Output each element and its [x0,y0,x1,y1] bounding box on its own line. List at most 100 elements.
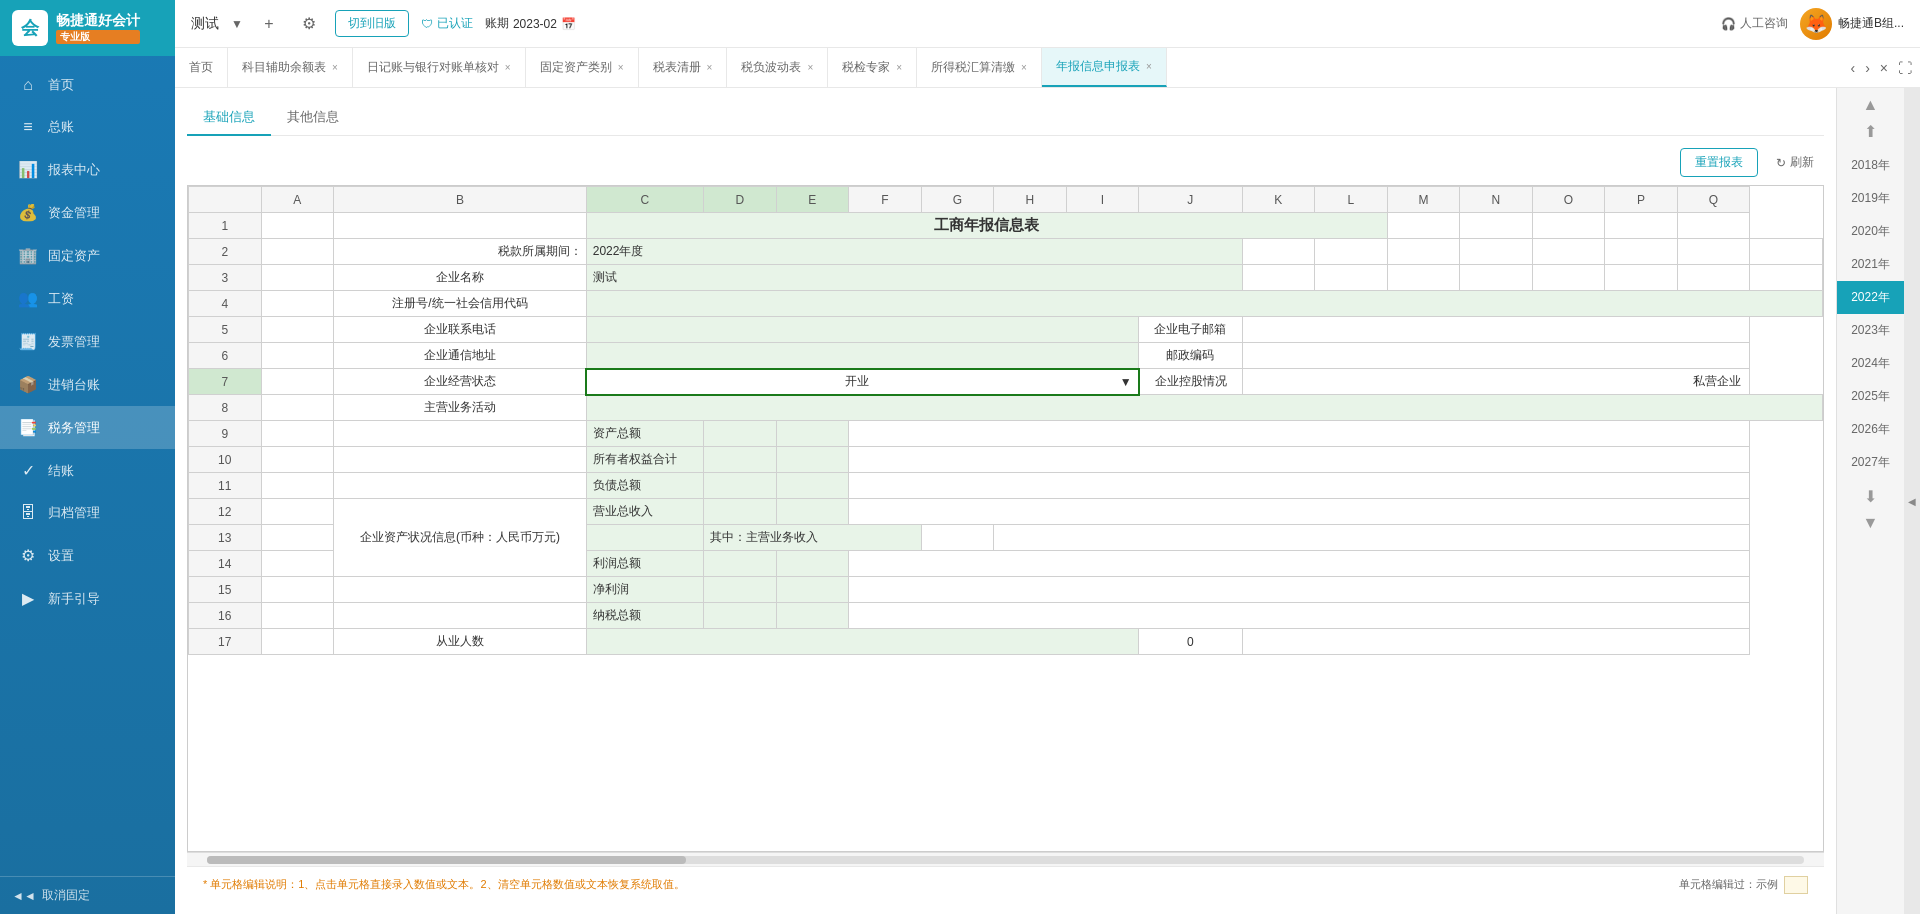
cell-9-c[interactable]: 资产总额 [586,421,703,447]
cell-1-o[interactable] [1532,213,1605,239]
year-nav-fast-up[interactable]: ⬆ [1837,118,1904,145]
sidebar-item-tax[interactable]: 📑 税务管理 [0,406,175,449]
cell-7-dropdown[interactable]: 开业 ▼ [586,369,1138,395]
year-item[interactable]: 2022年 [1837,281,1904,314]
cell-6-c[interactable] [586,343,1138,369]
cell-11-c[interactable]: 负债总额 [586,473,703,499]
cell-6-a[interactable] [261,343,334,369]
cell-4-a[interactable] [261,291,334,317]
fold-sidebar-button[interactable]: ◀ [1904,88,1920,914]
cell-1-n[interactable] [1460,213,1533,239]
cell-7-j[interactable]: 企业控股情况 [1139,369,1242,395]
cell-3-j[interactable] [1242,265,1315,291]
cell-13-h[interactable] [994,525,1750,551]
cell-2-k[interactable] [1315,239,1388,265]
cell-12-f[interactable] [849,499,1750,525]
tab-close-icon[interactable]: × [505,62,511,73]
year-item[interactable]: 2027年 [1837,446,1904,479]
cell-7-a[interactable] [261,369,334,395]
sidebar-item-settings[interactable]: ⚙ 设置 [0,534,175,577]
cell-7-b[interactable]: 企业经营状态 [334,369,587,395]
cell-4-c[interactable] [586,291,1822,317]
cell-2-c[interactable]: 2022年度 [586,239,1242,265]
sidebar-pin-btn[interactable]: ◄◄ 取消固定 [0,876,175,914]
cell-5-j[interactable]: 企业电子邮箱 [1139,317,1242,343]
cell-13-g[interactable] [921,525,994,551]
service-button[interactable]: 🎧 人工咨询 [1721,15,1788,32]
cell-9-a[interactable] [261,421,334,447]
spreadsheet-wrapper[interactable]: A B C D E F G H I J K L M [187,185,1824,852]
cell-2-l[interactable] [1387,239,1460,265]
cell-3-o[interactable] [1605,265,1678,291]
cell-13-c[interactable] [586,525,703,551]
tab-close-all[interactable]: × [1876,56,1892,80]
year-nav-up[interactable]: ▲ [1837,92,1904,118]
cell-13-d[interactable]: 其中：主营业务收入 [704,525,922,551]
cell-2-j[interactable] [1242,239,1315,265]
sub-tab-basic[interactable]: 基础信息 [187,100,271,136]
cell-5-k[interactable] [1242,317,1750,343]
cell-10-f[interactable] [849,447,1750,473]
cell-5-b[interactable]: 企业联系电话 [334,317,587,343]
cell-1-a[interactable] [261,213,334,239]
cell-10-c[interactable]: 所有者权益合计 [586,447,703,473]
tab-annual-report[interactable]: 年报信息申报表 × [1042,48,1167,87]
tab-close-icon[interactable]: × [618,62,624,73]
cell-3-p[interactable] [1677,265,1750,291]
sidebar-item-funds[interactable]: 💰 资金管理 [0,191,175,234]
cell-11-f[interactable] [849,473,1750,499]
cell-2-m[interactable] [1460,239,1533,265]
tab-close-icon[interactable]: × [807,62,813,73]
sidebar-item-ledger[interactable]: ≡ 总账 [0,106,175,148]
cell-17-k[interactable] [1242,629,1750,655]
cell-6-k[interactable] [1242,343,1750,369]
cell-9-f[interactable] [849,421,1750,447]
cell-15-a[interactable] [261,577,334,603]
cell-16-a[interactable] [261,603,334,629]
cell-15-c[interactable]: 净利润 [586,577,703,603]
cell-12-e[interactable] [776,499,849,525]
cell-15-f[interactable] [849,577,1750,603]
cell-11-b[interactable] [334,473,587,499]
cell-10-b[interactable] [334,447,587,473]
tab-fixed-assets[interactable]: 固定资产类别 × [526,48,639,87]
add-button[interactable]: + [255,10,283,38]
sidebar-item-settlement[interactable]: ✓ 结账 [0,449,175,492]
cell-2-p[interactable] [1677,239,1750,265]
cell-1-q[interactable] [1677,213,1750,239]
tab-tax-fluctuation[interactable]: 税负波动表 × [727,48,828,87]
cell-7-k[interactable]: 私营企业 [1242,369,1750,395]
cell-3-b[interactable]: 企业名称 [334,265,587,291]
tab-close-icon[interactable]: × [896,62,902,73]
sidebar-item-guide[interactable]: ▶ 新手引导 [0,577,175,620]
cell-17-b[interactable]: 从业人数 [334,629,587,655]
cell-9-d[interactable] [704,421,777,447]
sidebar-item-reports[interactable]: 📊 报表中心 [0,148,175,191]
cell-3-a[interactable] [261,265,334,291]
cell-16-c[interactable]: 纳税总额 [586,603,703,629]
company-dropdown-icon[interactable]: ▼ [231,17,243,31]
cell-14-e[interactable] [776,551,849,577]
cell-8-c[interactable] [586,395,1822,421]
cell-1-title[interactable]: 工商年报信息表 [586,213,1387,239]
year-nav-down[interactable]: ▼ [1837,510,1904,536]
cell-2-a[interactable] [261,239,334,265]
tab-close-icon[interactable]: × [1146,61,1152,72]
cell-14-f[interactable] [849,551,1750,577]
cell-2-n[interactable] [1532,239,1605,265]
tab-close-icon[interactable]: × [332,62,338,73]
cell-14-a[interactable] [261,551,334,577]
cell-14-d[interactable] [704,551,777,577]
cell-3-c[interactable]: 测试 [586,265,1242,291]
cell-1-m[interactable] [1387,213,1460,239]
year-item[interactable]: 2021年 [1837,248,1904,281]
cell-15-e[interactable] [776,577,849,603]
cell-4-b[interactable]: 注册号/统一社会信用代码 [334,291,587,317]
cell-16-d[interactable] [704,603,777,629]
cell-13-a[interactable] [261,525,334,551]
cell-10-a[interactable] [261,447,334,473]
cell-12-b[interactable]: 企业资产状况信息(币种：人民币万元) [334,499,587,577]
cell-3-k[interactable] [1315,265,1388,291]
year-item[interactable]: 2023年 [1837,314,1904,347]
cell-12-d[interactable] [704,499,777,525]
